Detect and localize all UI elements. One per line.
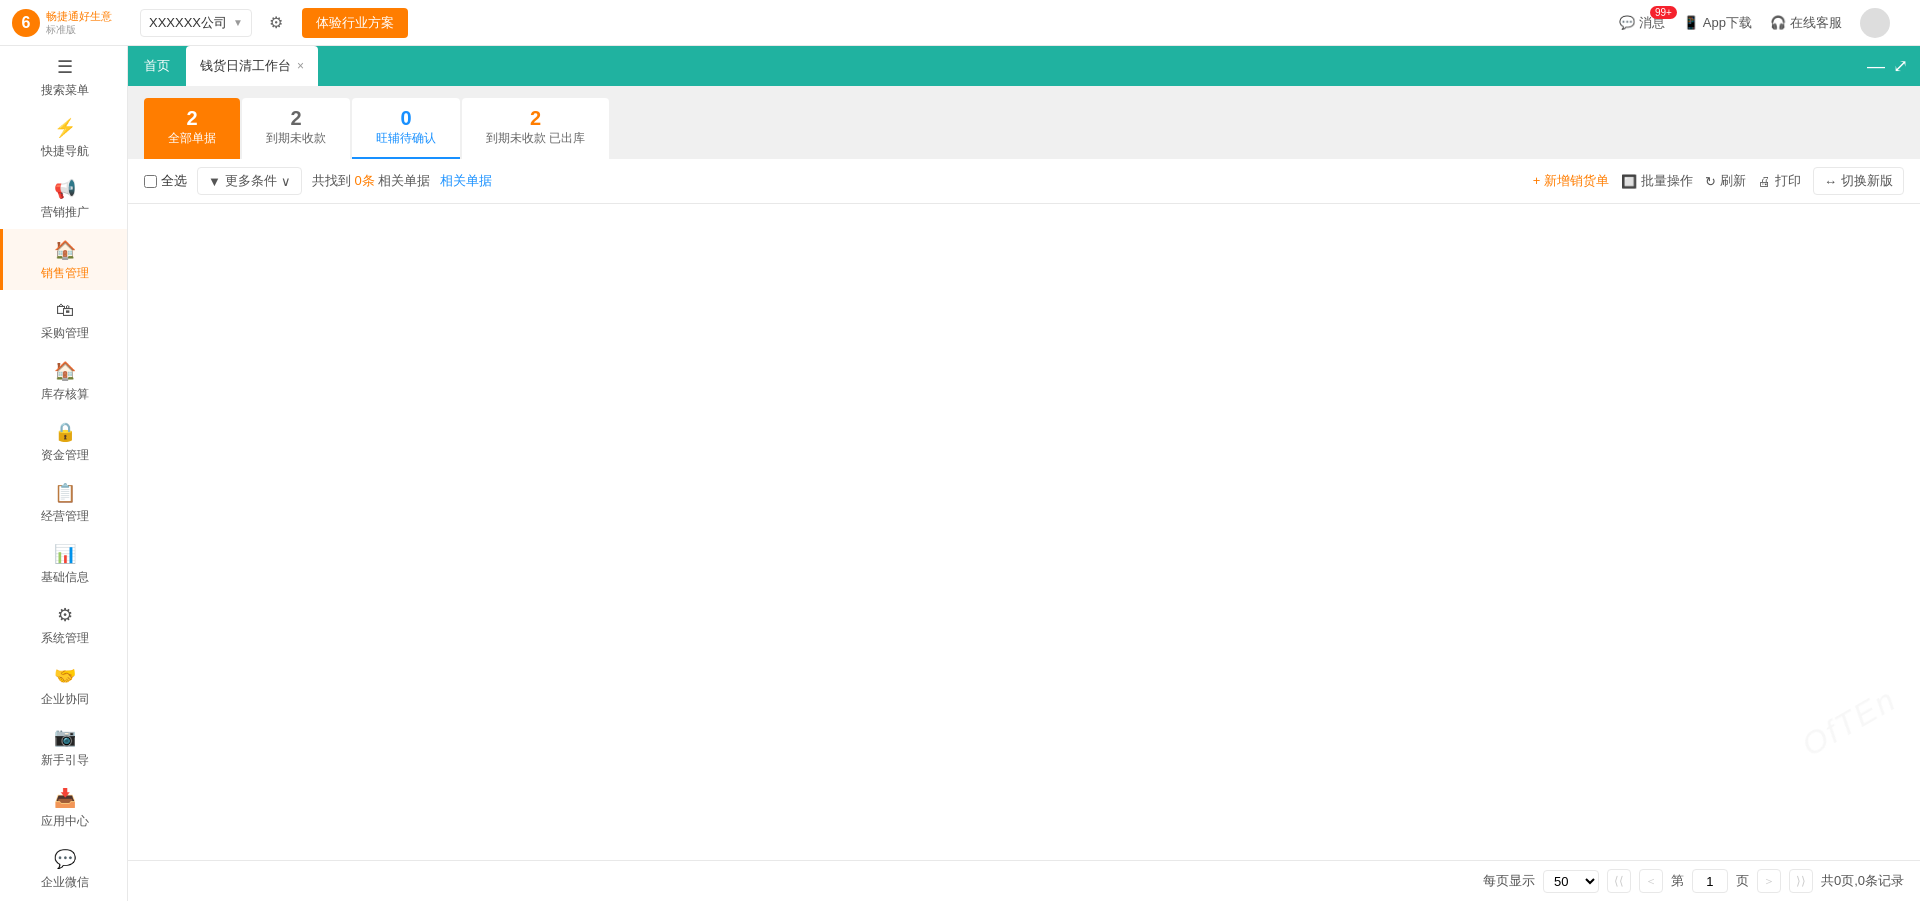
sidebar-item-apps[interactable]: 📥应用中心 <box>0 777 127 838</box>
related-orders-link[interactable]: 相关单据 <box>440 172 492 190</box>
sidebar-item-shortcut[interactable]: ⚡快捷导航 <box>0 107 127 168</box>
print-icon: 🖨 <box>1758 174 1771 189</box>
finance-icon: 🔒 <box>54 421 76 443</box>
company-select[interactable]: XXXXXX公司 ▼ <box>140 9 252 37</box>
logo-text: 畅捷通好生意 标准版 <box>46 9 112 36</box>
first-page-button[interactable]: ⟨⟨ <box>1607 869 1631 893</box>
sub-tab-all[interactable]: 2 全部单据 <box>144 98 240 159</box>
batch-operation-button[interactable]: 🔲 批量操作 <box>1621 172 1693 190</box>
message-icon: 💬 <box>1619 15 1635 30</box>
sidebar: ☰搜索菜单⚡快捷导航📢营销推广🏠销售管理🛍采购管理🏠库存核算🔒资金管理📋经营管理… <box>0 46 128 901</box>
sidebar-item-marketing[interactable]: 📢营销推广 <box>0 168 127 229</box>
tab-bar: 首页 钱货日清工作台 × — ⤢ <box>128 46 1920 86</box>
total-text: 共0页,0条记录 <box>1821 872 1904 890</box>
print-button[interactable]: 🖨 打印 <box>1758 172 1801 190</box>
found-text: 共找到 0条 相关单据 <box>312 172 430 190</box>
refresh-button[interactable]: ↻ 刷新 <box>1705 172 1746 190</box>
tab-home[interactable]: 首页 <box>128 46 186 86</box>
found-count: 0条 <box>355 173 375 188</box>
trial-button[interactable]: 体验行业方案 <box>302 8 408 38</box>
sidebar-item-search[interactable]: ☰搜索菜单 <box>0 46 127 107</box>
marketing-icon: 📢 <box>54 178 76 200</box>
operation-icon: 📋 <box>54 482 76 504</box>
system-icon: ⚙ <box>57 604 73 626</box>
pagination-bar: 每页显示 50 100 200 ⟨⟨ ＜ 第 页 ＞ ⟩⟩ 共0页,0条记录 <box>128 860 1920 901</box>
batch-icon: 🔲 <box>1621 174 1637 189</box>
header-right: 💬 消息 99+ 📱 App下载 🎧 在线客服 <box>1619 8 1908 38</box>
sub-tab-wangwang[interactable]: 0 旺辅待确认 <box>352 98 460 159</box>
top-header: 6 畅捷通好生意 标准版 XXXXXX公司 ▼ ⚙ 体验行业方案 💬 消息 99… <box>0 0 1920 46</box>
guide-icon: 📷 <box>54 726 76 748</box>
sub-tabs: 2 全部单据 2 到期未收款 0 旺辅待确认 2 到期未收款 已出库 <box>144 98 1904 159</box>
wechat-icon: 💬 <box>54 848 76 870</box>
apps-icon: 📥 <box>54 787 76 809</box>
sidebar-item-operation[interactable]: 📋经营管理 <box>0 472 127 533</box>
minimize-button[interactable]: — <box>1867 57 1885 75</box>
logo-icon: 6 <box>12 9 40 37</box>
sidebar-item-base[interactable]: 📊基础信息 <box>0 533 127 594</box>
sidebar-item-guide[interactable]: 📷新手引导 <box>0 716 127 777</box>
prev-page-button[interactable]: ＜ <box>1639 869 1663 893</box>
tab-bar-actions: — ⤢ <box>1867 57 1920 75</box>
next-page-button[interactable]: ＞ <box>1757 869 1781 893</box>
logo-area: 6 畅捷通好生意 标准版 <box>12 9 140 37</box>
sidebar-item-corp[interactable]: 🤝企业协同 <box>0 655 127 716</box>
online-service-button[interactable]: 🎧 在线客服 <box>1770 14 1842 32</box>
tab-current[interactable]: 钱货日清工作台 × <box>186 46 318 86</box>
chevron-down-icon: ∨ <box>281 174 291 189</box>
expand-button[interactable]: ⤢ <box>1893 57 1908 75</box>
sub-tab-overdue-out[interactable]: 2 到期未收款 已出库 <box>462 98 609 159</box>
filter-button[interactable]: ▼ 更多条件 ∨ <box>197 167 302 195</box>
corp-icon: 🤝 <box>54 665 76 687</box>
sidebar-item-finance[interactable]: 🔒资金管理 <box>0 411 127 472</box>
sidebar-item-inventory[interactable]: 🏠库存核算 <box>0 350 127 411</box>
sales-icon: 🏠 <box>54 239 76 261</box>
base-icon: 📊 <box>54 543 76 565</box>
sidebar-item-purchase[interactable]: 🛍采购管理 <box>0 290 127 350</box>
sub-tab-area: 2 全部单据 2 到期未收款 0 旺辅待确认 2 到期未收款 已出库 <box>128 86 1920 159</box>
last-page-button[interactable]: ⟩⟩ <box>1789 869 1813 893</box>
toolbar-right: + 新增销货单 🔲 批量操作 ↻ 刷新 🖨 打印 ↔ 切换新版 <box>1533 167 1904 195</box>
switch-icon: ↔ <box>1824 174 1837 189</box>
service-icon: 🎧 <box>1770 15 1786 30</box>
purchase-icon: 🛍 <box>56 300 74 321</box>
avatar[interactable] <box>1860 8 1890 38</box>
tab-close-icon[interactable]: × <box>297 59 304 73</box>
filter-icon: ▼ <box>208 174 221 189</box>
inventory-icon: 🏠 <box>54 360 76 382</box>
select-all-input[interactable] <box>144 175 157 188</box>
sidebar-item-system[interactable]: ⚙系统管理 <box>0 594 127 655</box>
select-all-checkbox[interactable]: 全选 <box>144 172 187 190</box>
refresh-icon: ↻ <box>1705 174 1716 189</box>
gear-icon[interactable]: ⚙ <box>260 7 292 39</box>
chevron-down-icon: ▼ <box>233 17 243 28</box>
page-input[interactable] <box>1692 869 1728 893</box>
message-badge: 99+ <box>1650 6 1677 19</box>
new-sales-order-button[interactable]: + 新增销货单 <box>1533 172 1609 190</box>
toolbar-left: 全选 ▼ 更多条件 ∨ 共找到 0条 相关单据 相关单据 <box>144 167 1521 195</box>
empty-state <box>128 204 1920 860</box>
table-area <box>128 204 1920 860</box>
switch-version-button[interactable]: ↔ 切换新版 <box>1813 167 1904 195</box>
sub-tab-overdue[interactable]: 2 到期未收款 <box>242 98 350 159</box>
app-download-button[interactable]: 📱 App下载 <box>1683 14 1752 32</box>
main-layout: ☰搜索菜单⚡快捷导航📢营销推广🏠销售管理🛍采购管理🏠库存核算🔒资金管理📋经营管理… <box>0 46 1920 901</box>
sidebar-item-wechat[interactable]: 💬企业微信 <box>0 838 127 899</box>
shortcut-icon: ⚡ <box>54 117 76 139</box>
message-button[interactable]: 💬 消息 99+ <box>1619 14 1665 32</box>
content-area: 首页 钱货日清工作台 × — ⤢ 2 全部单据 2 到期未收款 <box>128 46 1920 901</box>
page-size-select[interactable]: 50 100 200 <box>1543 870 1599 893</box>
search-icon: ☰ <box>57 56 73 78</box>
toolbar: 全选 ▼ 更多条件 ∨ 共找到 0条 相关单据 相关单据 + 新增销货单 🔲 <box>128 159 1920 204</box>
sidebar-item-sales[interactable]: 🏠销售管理 <box>0 229 127 290</box>
download-icon: 📱 <box>1683 15 1699 30</box>
